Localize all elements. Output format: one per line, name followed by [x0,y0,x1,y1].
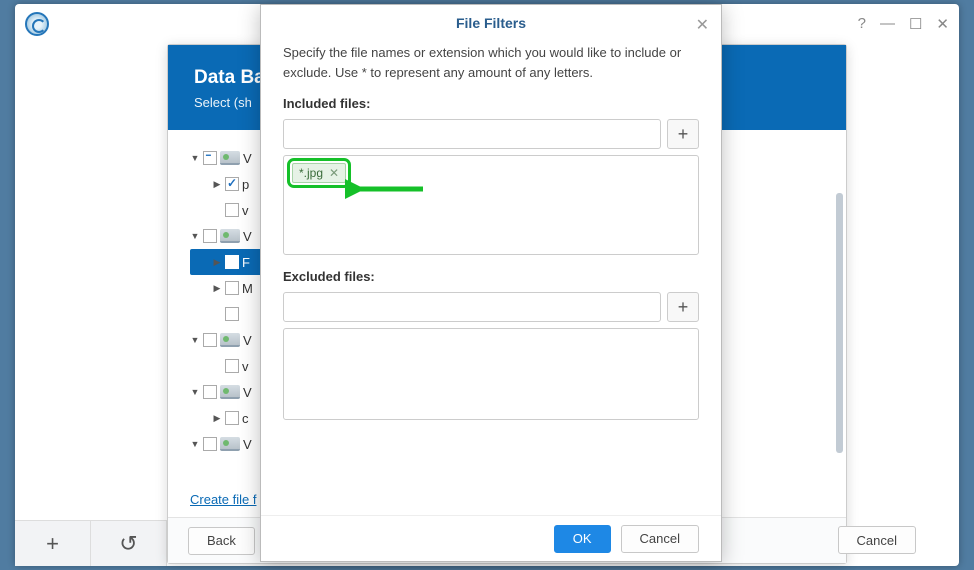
add-included-button[interactable]: + [667,119,699,149]
tree-label: V [243,151,252,166]
caret-icon[interactable]: ▶ [212,257,222,268]
filter-tag[interactable]: *.jpg ✕ [292,163,346,183]
checkbox[interactable] [225,307,239,321]
close-button[interactable]: ✕ [936,15,949,33]
caret-icon[interactable]: ▼ [190,231,200,241]
caret-icon[interactable]: ▶ [212,283,222,294]
dialog-title: File Filters [261,5,721,39]
dialog-body: Specify the file names or extension whic… [261,39,721,444]
volume-icon [220,333,240,347]
bottom-toolbar: + ↺ [15,520,167,566]
tree-label: V [243,437,252,452]
excluded-files-label: Excluded files: [283,269,699,284]
back-button[interactable]: Back [188,527,255,555]
tree-label: c [242,411,249,426]
tree-label: F [242,255,250,270]
checkbox[interactable] [203,385,217,399]
caret-icon[interactable]: ▼ [190,153,200,163]
create-file-filter-link[interactable]: Create file f [190,492,256,507]
history-button[interactable]: ↺ [91,521,167,566]
caret-icon[interactable]: ▶ [212,413,222,424]
dialog-description: Specify the file names or extension whic… [283,43,699,82]
tree-label: p [242,177,249,192]
included-tags-box[interactable]: *.jpg ✕ [283,155,699,255]
checkbox[interactable] [225,359,239,373]
history-icon: ↺ [119,531,137,557]
tree-label: V [243,385,252,400]
dialog-footer: OK Cancel [261,515,721,561]
remove-tag-icon[interactable]: ✕ [329,166,339,180]
help-button[interactable]: ? [858,15,866,33]
checkbox[interactable] [225,281,239,295]
excluded-tags-box[interactable] [283,328,699,420]
add-task-button[interactable]: + [15,521,91,566]
tree-label: V [243,229,252,244]
excluded-files-input[interactable] [283,292,661,322]
minimize-button[interactable]: — [880,15,895,33]
caret-icon[interactable]: ▼ [190,387,200,397]
app-icon [25,12,49,36]
checkbox[interactable] [225,255,239,269]
tree-label: v [242,203,249,218]
file-filters-dialog: File Filters ✕ Specify the file names or… [260,4,722,562]
volume-icon [220,229,240,243]
checkbox[interactable] [203,437,217,451]
checkbox[interactable] [203,333,217,347]
checkbox[interactable] [225,411,239,425]
maximize-button[interactable]: ☐ [909,15,922,33]
checkbox[interactable] [225,177,239,191]
scrollbar-thumb[interactable] [836,193,843,453]
tree-label: M [242,281,253,296]
tag-text: *.jpg [299,166,323,180]
add-excluded-button[interactable]: + [667,292,699,322]
caret-icon[interactable]: ▼ [190,439,200,449]
checkbox[interactable] [225,203,239,217]
volume-icon [220,151,240,165]
tree-label: v [242,359,249,374]
tree-label: V [243,333,252,348]
cancel-button[interactable]: Cancel [621,525,699,553]
caret-icon[interactable]: ▼ [190,335,200,345]
checkbox[interactable] [203,151,217,165]
included-files-label: Included files: [283,96,699,111]
cancel-button-bg[interactable]: Cancel [838,526,916,554]
checkbox[interactable] [203,229,217,243]
dialog-close-button[interactable]: ✕ [696,15,709,35]
volume-icon [220,385,240,399]
volume-icon [220,437,240,451]
ok-button[interactable]: OK [554,525,611,553]
included-files-input[interactable] [283,119,661,149]
caret-icon[interactable]: ▶ [212,179,222,190]
scrollbar-track [836,53,843,555]
